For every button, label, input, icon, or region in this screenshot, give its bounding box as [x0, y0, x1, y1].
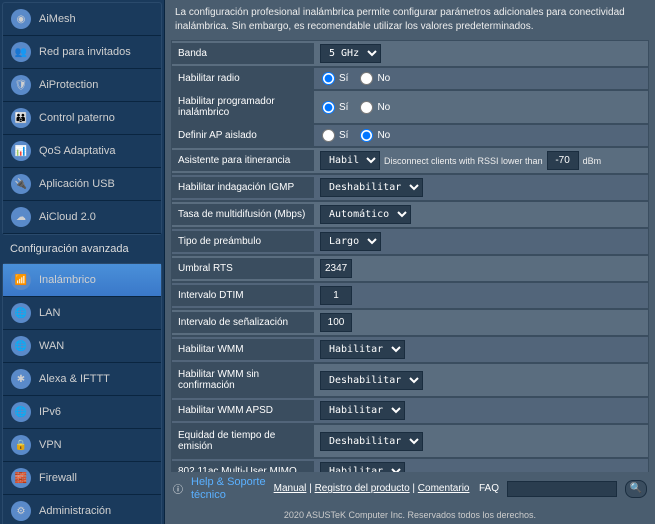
airtime-label: Equidad de tiempo de emisión [172, 425, 314, 457]
beacon-label: Intervalo de señalización [172, 312, 314, 333]
nav-label: LAN [39, 307, 60, 319]
sidebar-item-qos-adaptativa[interactable]: 📊 QoS Adaptativa [3, 135, 161, 168]
roaming-hint: Disconnect clients with RSSI lower than [384, 156, 543, 166]
sidebar-item-lan[interactable]: 🌐 LAN [3, 297, 161, 330]
nav-icon: 👥 [11, 42, 31, 62]
igmp-label: Habilitar indagación IGMP [172, 177, 314, 198]
radio-label: Habilitar radio [172, 68, 314, 89]
isolated-label: Definir AP aislado [172, 125, 314, 146]
rts-label: Umbral RTS [172, 258, 314, 279]
nav-icon: 🧱 [11, 468, 31, 488]
sidebar-item-aimesh[interactable]: ◉ AiMesh [3, 3, 161, 36]
nav-icon: 🌐 [11, 303, 31, 323]
wmm-apsd-select[interactable]: Habilitar [320, 401, 405, 420]
nav-label: AiCloud 2.0 [39, 211, 96, 223]
nav-label: Firewall [39, 472, 77, 484]
sidebar-item-aicloud-2.0[interactable]: ☁ AiCloud 2.0 [3, 201, 161, 234]
isolated-no[interactable] [360, 129, 373, 142]
preamble-label: Tipo de preámbulo [172, 231, 314, 252]
advanced-section-title: Configuración avanzada [0, 237, 164, 261]
nav-label: Administración [39, 505, 111, 517]
band-label: Banda [172, 43, 314, 64]
wmm-noack-label: Habilitar WMM sin confirmación [172, 364, 314, 396]
nav-label: AiProtection [39, 79, 98, 91]
nav-icon: 👪 [11, 108, 31, 128]
nav-icon: 📊 [11, 141, 31, 161]
roaming-label: Asistente para itinerancia [172, 150, 314, 171]
scheduler-no[interactable] [360, 101, 373, 114]
nav-icon: 🔒 [11, 435, 31, 455]
dtim-input[interactable] [320, 286, 352, 305]
nav-label: Red para invitados [39, 46, 131, 58]
sidebar-item-red-para-invitados[interactable]: 👥 Red para invitados [3, 36, 161, 69]
igmp-select[interactable]: Deshabilitar [320, 178, 423, 197]
page-description: La configuración profesional inalámbrica… [165, 0, 655, 40]
main-content: La configuración profesional inalámbrica… [165, 0, 655, 524]
footer: ⓘ Help & Soportetécnico Manual | Registr… [165, 472, 655, 506]
rts-input[interactable] [320, 259, 352, 278]
sidebar-item-ipv6[interactable]: 🌐 IPv6 [3, 396, 161, 429]
wmm-label: Habilitar WMM [172, 339, 314, 360]
product-reg-link[interactable]: Registro del producto [315, 483, 410, 494]
copyright: 2020 ASUSTeK Computer Inc. Reservados to… [165, 506, 655, 524]
sidebar: ◉ AiMesh 👥 Red para invitados 🛡 AiProtection 👪… [0, 0, 165, 524]
sidebar-item-wan[interactable]: 🌐 WAN [3, 330, 161, 363]
wmm-select[interactable]: Habilitar [320, 340, 405, 359]
comment-link[interactable]: Comentario [418, 483, 470, 494]
sidebar-item-aiprotection[interactable]: 🛡 AiProtection [3, 69, 161, 102]
mumimo-label: 802.11ac Multi-User MIMO [172, 461, 314, 472]
faq-label: FAQ [479, 483, 499, 494]
radio-si[interactable] [322, 72, 335, 85]
help-link[interactable]: Help & Soportetécnico [191, 476, 266, 502]
nav-icon: 🔌 [11, 174, 31, 194]
nav-icon: 🌐 [11, 336, 31, 356]
mumimo-select[interactable]: Habilitar [320, 462, 405, 472]
sidebar-item-administración[interactable]: ⚙ Administración [3, 495, 161, 524]
nav-label: Alexa & IFTTT [39, 373, 110, 385]
nav-icon: ⚙ [11, 501, 31, 521]
sidebar-item-vpn[interactable]: 🔒 VPN [3, 429, 161, 462]
nav-icon: ✱ [11, 369, 31, 389]
nav-label: WAN [39, 340, 64, 352]
band-select[interactable]: 5 GHz [320, 44, 381, 63]
search-button[interactable]: 🔍 [625, 480, 647, 498]
sidebar-item-aplicación-usb[interactable]: 🔌 Aplicación USB [3, 168, 161, 201]
search-icon: 🔍 [630, 483, 642, 494]
nav-label: QoS Adaptativa [39, 145, 115, 157]
scheduler-label: Habilitar programador inalámbrico [172, 91, 314, 123]
beacon-input[interactable] [320, 313, 352, 332]
form-area: Banda 5 GHz Habilitar radio Sí No Habili… [165, 40, 655, 472]
roaming-rssi-input[interactable] [547, 151, 579, 170]
wmm-apsd-label: Habilitar WMM APSD [172, 400, 314, 421]
nav-icon: ☁ [11, 207, 31, 227]
nav-label: Control paterno [39, 112, 115, 124]
sidebar-item-alexa-ifttt[interactable]: ✱ Alexa & IFTTT [3, 363, 161, 396]
nav-label: IPv6 [39, 406, 61, 418]
faq-search-input[interactable] [507, 481, 617, 497]
preamble-select[interactable]: Largo [320, 232, 381, 251]
sidebar-item-inalámbrico[interactable]: 📶 Inalámbrico [3, 264, 161, 297]
nav-icon: 🌐 [11, 402, 31, 422]
nav-label: Aplicación USB [39, 178, 115, 190]
manual-link[interactable]: Manual [274, 483, 307, 494]
radio-no[interactable] [360, 72, 373, 85]
sidebar-item-control-paterno[interactable]: 👪 Control paterno [3, 102, 161, 135]
nav-icon: 🛡 [11, 75, 31, 95]
multicast-label: Tasa de multidifusión (Mbps) [172, 204, 314, 225]
help-icon: ⓘ [173, 481, 183, 496]
isolated-si[interactable] [322, 129, 335, 142]
wmm-noack-select[interactable]: Deshabilitar [320, 371, 423, 390]
scheduler-si[interactable] [322, 101, 335, 114]
multicast-select[interactable]: Automático [320, 205, 411, 224]
nav-label: Inalámbrico [39, 274, 96, 286]
nav-icon: ◉ [11, 9, 31, 29]
nav-label: AiMesh [39, 13, 76, 25]
sidebar-item-firewall[interactable]: 🧱 Firewall [3, 462, 161, 495]
dtim-label: Intervalo DTIM [172, 285, 314, 306]
roaming-select[interactable]: Habilitar [320, 151, 380, 170]
nav-label: VPN [39, 439, 62, 451]
nav-icon: 📶 [11, 270, 31, 290]
airtime-select[interactable]: Deshabilitar [320, 432, 423, 451]
